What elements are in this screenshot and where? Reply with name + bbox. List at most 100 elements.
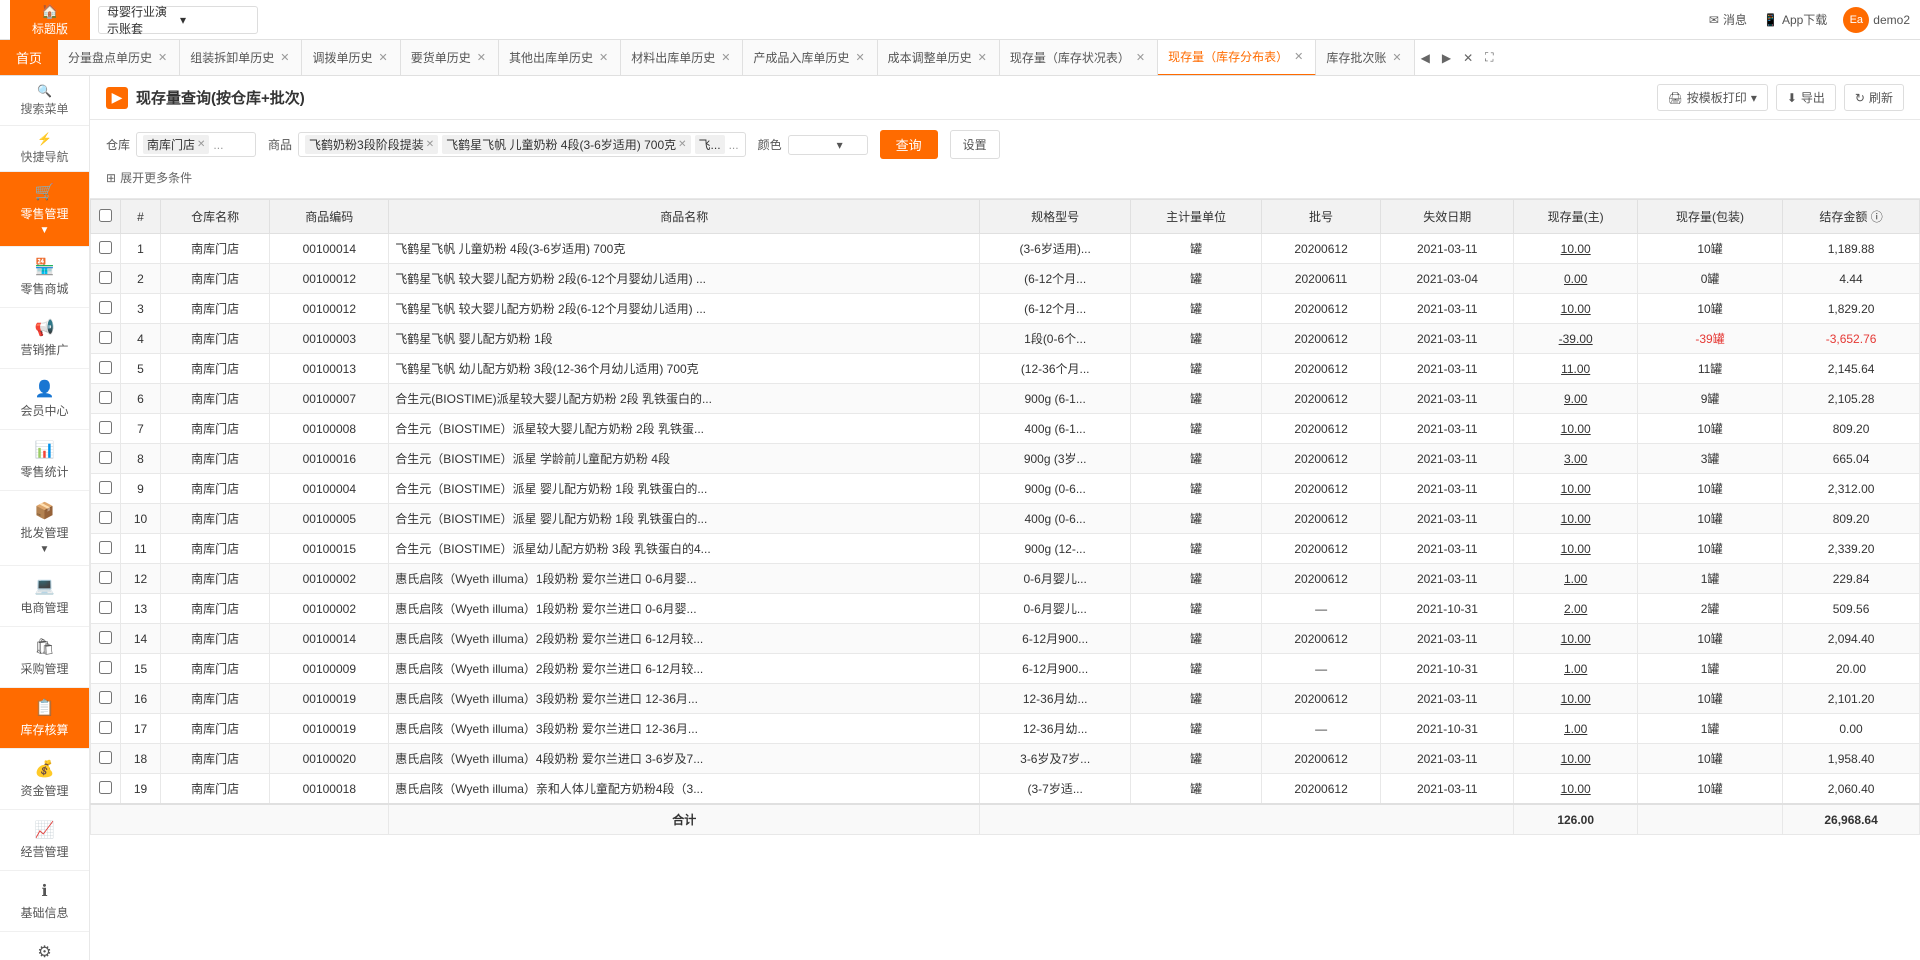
tab-现存量库存状况表[interactable]: 现存量（库存状况表） ✕ [1000,40,1158,76]
cell-qty-main[interactable]: 10.00 [1514,744,1638,774]
messages-button[interactable]: ✉ 消息 [1709,11,1747,28]
tab-close-icon[interactable]: ✕ [377,50,390,65]
refresh-button[interactable]: ↻ 刷新 [1844,84,1904,111]
more-goods-icon[interactable]: ... [729,138,739,152]
sidebar-item-资金管理[interactable]: 💰 资金管理 [0,749,89,810]
tab-组装拆卸单历史[interactable]: 组装拆卸单历史 ✕ [180,40,302,76]
cell-checkbox[interactable] [91,234,121,264]
sidebar-item-零售商城[interactable]: 🏪 零售商城 [0,247,89,308]
sidebar-item-经营管理[interactable]: 📈 经营管理 [0,810,89,871]
cell-checkbox[interactable] [91,774,121,805]
cell-checkbox[interactable] [91,564,121,594]
cell-qty-main[interactable]: 10.00 [1514,234,1638,264]
cell-checkbox[interactable] [91,714,121,744]
user-avatar-area[interactable]: Ea demo2 [1843,7,1910,33]
collapse-button[interactable]: ▶ [106,87,128,109]
tab-调拨单历史[interactable]: 调拨单历史 ✕ [302,40,400,76]
tab-home[interactable]: 首页 [0,40,58,76]
sidebar-item-营销推广[interactable]: 📢 营销推广 [0,308,89,369]
expand-more-button[interactable]: ⊞ 展开更多条件 [106,167,1904,188]
cell-checkbox[interactable] [91,654,121,684]
tab-close-icon[interactable]: ✕ [156,50,169,65]
logo[interactable]: 🏠 标题版 [10,0,90,40]
tab-close-icon[interactable]: ✕ [1390,50,1403,65]
color-select[interactable]: ▾ [788,135,868,155]
tab-成本调整单历史[interactable]: 成本调整单历史 ✕ [878,40,1000,76]
cell-checkbox[interactable] [91,534,121,564]
remove-tag-icon[interactable]: ✕ [678,139,686,150]
tab-库存批次账[interactable]: 库存批次账 ✕ [1316,40,1414,76]
sidebar-quicknav[interactable]: ⚡ 快捷导航 [0,126,89,172]
cell-checkbox[interactable] [91,384,121,414]
cell-checkbox[interactable] [91,474,121,504]
remove-tag-icon[interactable]: ✕ [197,139,205,150]
cell-qty-main[interactable]: 1.00 [1514,714,1638,744]
cell-qty-main[interactable]: 10.00 [1514,774,1638,805]
cell-qty-main[interactable]: 10.00 [1514,534,1638,564]
cell-checkbox[interactable] [91,594,121,624]
tab-close-icon[interactable]: ✕ [1292,49,1305,64]
tab-nav-next[interactable]: ▶ [1436,51,1457,65]
tab-现存量库存分布表[interactable]: 现存量（库存分布表） ✕ [1158,40,1316,76]
cell-checkbox[interactable] [91,264,121,294]
cell-qty-main[interactable]: -39.00 [1514,324,1638,354]
cell-checkbox[interactable] [91,294,121,324]
sidebar-item-库存核算[interactable]: 📋 库存核算 [0,688,89,749]
sidebar-item-零售管理[interactable]: 🛒 零售管理 ▼ [0,172,89,247]
cell-qty-main[interactable]: 10.00 [1514,684,1638,714]
cell-qty-main[interactable]: 1.00 [1514,654,1638,684]
tab-close-icon[interactable]: ✕ [278,50,291,65]
sidebar-item-电商管理[interactable]: 💻 电商管理 [0,566,89,627]
cell-qty-main[interactable]: 10.00 [1514,504,1638,534]
sidebar-item-采购管理[interactable]: 🛍 采购管理 [0,627,89,688]
cell-checkbox[interactable] [91,624,121,654]
cell-checkbox[interactable] [91,324,121,354]
cell-qty-main[interactable]: 10.00 [1514,414,1638,444]
cell-checkbox[interactable] [91,684,121,714]
select-all-checkbox[interactable] [99,209,112,222]
print-button[interactable]: 🖨 按模板打印 ▾ [1657,84,1768,111]
export-button[interactable]: ⬇ 导出 [1776,84,1836,111]
tab-close-all[interactable]: ✕ [1457,51,1479,65]
cell-checkbox[interactable] [91,504,121,534]
cell-checkbox[interactable] [91,744,121,774]
app-download-button[interactable]: 📱 App下载 [1763,11,1827,28]
tab-产成品入库单历史[interactable]: 产成品入库单历史 ✕ [743,40,877,76]
tab-close-icon[interactable]: ✕ [475,50,488,65]
tab-nav-prev[interactable]: ◀ [1415,51,1436,65]
tab-maximize[interactable]: ⛶ [1479,50,1499,65]
more-tags-icon[interactable]: ... [213,138,223,152]
cell-checkbox[interactable] [91,444,121,474]
sidebar-item-批发管理[interactable]: 📦 批发管理 ▼ [0,491,89,566]
cell-qty-main[interactable]: 10.00 [1514,294,1638,324]
sidebar-item-系统管理[interactable]: ⚙ 系统管理 [0,932,89,960]
tab-close-icon[interactable]: ✕ [719,50,732,65]
tab-close-icon[interactable]: ✕ [976,50,989,65]
tab-close-icon[interactable]: ✕ [853,50,866,65]
tab-要货单历史[interactable]: 要货单历史 ✕ [401,40,499,76]
sidebar-search[interactable]: 🔍 搜索菜单 [0,76,89,126]
tab-材料出库单历史[interactable]: 材料出库单历史 ✕ [621,40,743,76]
cell-qty-main[interactable]: 2.00 [1514,594,1638,624]
tab-分量盘点单历史[interactable]: 分量盘点单历史 ✕ [58,40,180,76]
cell-qty-main[interactable]: 10.00 [1514,474,1638,504]
tab-close-icon[interactable]: ✕ [597,50,610,65]
cell-qty-main[interactable]: 0.00 [1514,264,1638,294]
cell-qty-main[interactable]: 3.00 [1514,444,1638,474]
goods-filter[interactable]: 飞鹤奶粉3段阶段提装 ✕ 飞鹤星飞帆 儿童奶粉 4段(3-6岁适用) 700克 … [298,132,746,157]
tab-close-icon[interactable]: ✕ [1134,50,1147,65]
cell-qty-main[interactable]: 9.00 [1514,384,1638,414]
remove-tag-icon[interactable]: ✕ [426,139,434,150]
cell-qty-main[interactable]: 10.00 [1514,624,1638,654]
col-checkbox[interactable] [91,200,121,234]
cell-checkbox[interactable] [91,354,121,384]
tab-其他出库单历史[interactable]: 其他出库单历史 ✕ [499,40,621,76]
sidebar-item-基础信息[interactable]: ℹ 基础信息 [0,871,89,932]
sidebar-item-零售统计[interactable]: 📊 零售统计 [0,430,89,491]
sidebar-item-会员中心[interactable]: 👤 会员中心 [0,369,89,430]
cell-qty-main[interactable]: 1.00 [1514,564,1638,594]
workspace-select[interactable]: 母婴行业演示账套 ▾ [98,6,258,34]
warehouse-filter[interactable]: 南库门店 ✕ ... [136,132,256,157]
cell-checkbox[interactable] [91,414,121,444]
search-button[interactable]: 查询 [880,130,938,159]
